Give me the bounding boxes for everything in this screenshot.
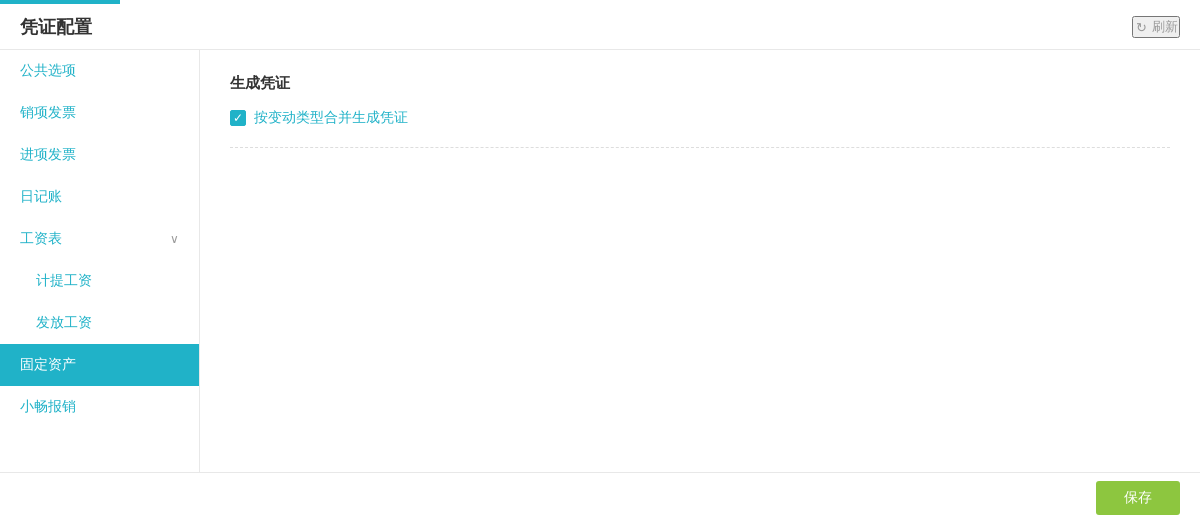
refresh-label: 刷新	[1152, 18, 1178, 36]
refresh-icon: ↻	[1134, 20, 1148, 34]
refresh-button[interactable]: ↻ 刷新	[1132, 16, 1180, 38]
checkbox-row: ✓ 按变动类型合并生成凭证	[230, 109, 1170, 127]
sidebar-item-label: 固定资产	[20, 356, 76, 374]
sidebar-item-label: 发放工资	[36, 314, 92, 332]
sidebar-item-expense-report[interactable]: 小畅报销	[0, 386, 199, 428]
divider	[230, 147, 1170, 148]
sidebar-item-public-options[interactable]: 公共选项	[0, 50, 199, 92]
sidebar-item-payroll-table[interactable]: 工资表 ∨	[0, 218, 199, 260]
sidebar: 公共选项销项发票进项发票日记账工资表 ∨ 计提工资发放工资固定资产小畅报销	[0, 50, 200, 472]
sidebar-item-purchase-invoice[interactable]: 进项发票	[0, 134, 199, 176]
section-title: 生成凭证	[230, 74, 1170, 93]
sidebar-item-journal[interactable]: 日记账	[0, 176, 199, 218]
checkbox-label: 按变动类型合并生成凭证	[254, 109, 408, 127]
sidebar-item-label: 销项发票	[20, 104, 76, 122]
save-button[interactable]: 保存	[1096, 481, 1180, 515]
sidebar-item-label: 公共选项	[20, 62, 76, 80]
merge-checkbox[interactable]: ✓	[230, 110, 246, 126]
sidebar-item-label: 工资表	[20, 230, 62, 248]
footer: 保存	[0, 472, 1200, 522]
main-layout: 公共选项销项发票进项发票日记账工资表 ∨ 计提工资发放工资固定资产小畅报销 生成凭证…	[0, 50, 1200, 472]
sidebar-item-payroll-calc[interactable]: 计提工资	[0, 260, 199, 302]
sidebar-item-payroll-pay[interactable]: 发放工资	[0, 302, 199, 344]
page-wrapper: 凭证配置 ↻ 刷新 公共选项销项发票进项发票日记账工资表 ∨ 计提工资发放工资固定资…	[0, 0, 1200, 522]
sidebar-item-label: 计提工资	[36, 272, 92, 290]
check-mark-icon: ✓	[233, 112, 243, 124]
sidebar-item-fixed-assets[interactable]: 固定资产	[0, 344, 199, 386]
sidebar-item-label: 日记账	[20, 188, 62, 206]
sidebar-item-label: 进项发票	[20, 146, 76, 164]
sidebar-item-sales-invoice[interactable]: 销项发票	[0, 92, 199, 134]
content-area: 生成凭证 ✓ 按变动类型合并生成凭证	[200, 50, 1200, 472]
chevron-down-icon: ∨	[170, 232, 179, 246]
page-title: 凭证配置	[20, 15, 92, 39]
sidebar-item-label: 小畅报销	[20, 398, 76, 416]
header: 凭证配置 ↻ 刷新	[0, 4, 1200, 50]
